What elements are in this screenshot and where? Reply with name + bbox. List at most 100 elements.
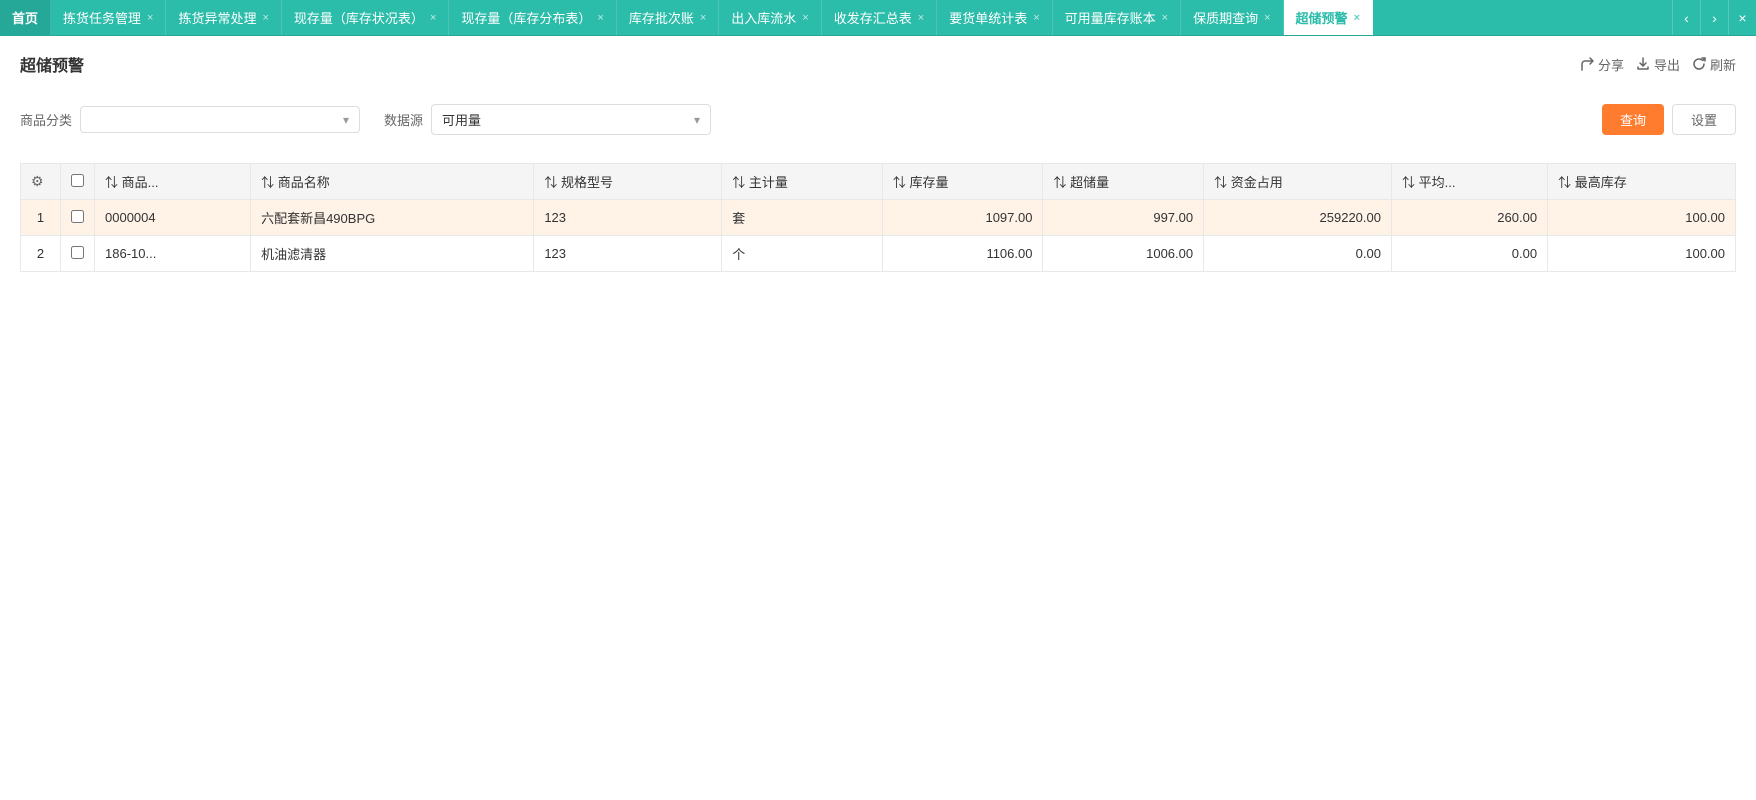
cell-unit: 个 [722, 236, 883, 272]
nav-quality-check-close[interactable]: × [1264, 12, 1270, 24]
th-checkbox [61, 164, 95, 200]
filter-actions: 查询 设置 [1602, 104, 1736, 135]
th-unit[interactable]: ⇅ 主计量 [722, 164, 883, 200]
export-label: 导出 [1654, 55, 1680, 74]
nav-arrow-close[interactable]: × [1728, 0, 1756, 36]
row-number: 1 [21, 200, 61, 236]
datasource-select[interactable]: 可用量 ▾ [431, 104, 711, 135]
datasource-label: 数据源 [384, 110, 423, 129]
page-title: 超储预警 [20, 52, 84, 76]
refresh-icon [1692, 57, 1706, 71]
nav-item-inv-dist[interactable]: 现存量（库存分布表） × [449, 0, 616, 36]
category-chevron-icon: ▾ [343, 113, 349, 127]
filter-category: 商品分类 ▾ [20, 106, 360, 133]
th-avg[interactable]: ⇅ 平均... [1391, 164, 1547, 200]
filter-datasource: 数据源 可用量 ▾ [384, 104, 711, 135]
category-select-value [91, 112, 95, 127]
row-checkbox-0[interactable] [71, 210, 84, 223]
nav-arrow-left[interactable]: ‹ [1672, 0, 1700, 36]
th-stock[interactable]: ⇅ 库存量 [882, 164, 1043, 200]
th-spec[interactable]: ⇅ 规格型号 [534, 164, 722, 200]
share-label: 分享 [1598, 55, 1624, 74]
table-row: 2 186-10... 机油滤清器 123 个 1106.00 1006.00 … [21, 236, 1736, 272]
nav-arrow-group: ‹ › × [1672, 0, 1756, 36]
share-icon [1580, 57, 1594, 71]
nav-item-quality-check[interactable]: 保质期查询 × [1181, 0, 1283, 36]
nav-available-ledger-close[interactable]: × [1162, 12, 1168, 24]
row-number: 2 [21, 236, 61, 272]
query-button[interactable]: 查询 [1602, 104, 1664, 135]
nav-item-inv-batch[interactable]: 库存批次账 × [617, 0, 719, 36]
nav-exception-close[interactable]: × [262, 12, 268, 24]
nav-inv-status-close[interactable]: × [430, 12, 436, 24]
th-gear[interactable]: ⚙ [21, 164, 61, 200]
header-actions: 分享 导出 刷新 [1580, 55, 1736, 74]
nav-in-out-flow-label: 出入库流水 [731, 8, 796, 27]
category-label: 商品分类 [20, 110, 72, 129]
cell-product-code: 0000004 [95, 200, 251, 236]
nav-quality-check-label: 保质期查询 [1193, 8, 1258, 27]
cell-capital: 0.00 [1204, 236, 1392, 272]
nav-item-available-ledger[interactable]: 可用量库存账本 × [1053, 0, 1181, 36]
cell-stock: 1097.00 [882, 200, 1043, 236]
cell-product-code: 186-10... [95, 236, 251, 272]
cell-overstock: 1006.00 [1043, 236, 1204, 272]
nav-receive-send-label: 收发存汇总表 [834, 8, 912, 27]
nav-order-stats-label: 要货单统计表 [949, 8, 1027, 27]
nav-order-stats-close[interactable]: × [1033, 12, 1039, 24]
nav-item-overstock-alert[interactable]: 超储预警 × [1284, 0, 1373, 36]
page-content: 超储预警 分享 导出 刷新 [0, 36, 1756, 800]
top-navigation: 首页 拣货任务管理 × 拣货异常处理 × 现存量（库存状况表） × 现存量（库存… [0, 0, 1756, 36]
nav-item-in-out-flow[interactable]: 出入库流水 × [719, 0, 821, 36]
data-table: ⚙ ⇅ 商品... ⇅ 商品名称 ⇅ 规格型号 ⇅ [20, 163, 1736, 272]
cell-max-stock: 100.00 [1548, 236, 1736, 272]
row-checkbox-cell [61, 200, 95, 236]
nav-inv-batch-label: 库存批次账 [629, 8, 694, 27]
cell-overstock: 997.00 [1043, 200, 1204, 236]
th-max-stock[interactable]: ⇅ 最高库存 [1548, 164, 1736, 200]
nav-overstock-alert-close[interactable]: × [1354, 12, 1360, 24]
export-button[interactable]: 导出 [1636, 55, 1680, 74]
nav-in-out-flow-close[interactable]: × [802, 12, 808, 24]
nav-item-inv-status[interactable]: 现存量（库存状况表） × [282, 0, 449, 36]
settings-button[interactable]: 设置 [1672, 104, 1736, 135]
th-product-code[interactable]: ⇅ 商品... [95, 164, 251, 200]
nav-item-task-mgmt[interactable]: 拣货任务管理 × [51, 0, 166, 36]
share-button[interactable]: 分享 [1580, 55, 1624, 74]
th-capital[interactable]: ⇅ 资金占用 [1204, 164, 1392, 200]
th-product-name[interactable]: ⇅ 商品名称 [251, 164, 534, 200]
nav-item-exception[interactable]: 拣货异常处理 × [166, 0, 281, 36]
nav-task-mgmt-label: 拣货任务管理 [63, 8, 141, 27]
nav-inv-batch-close[interactable]: × [700, 12, 706, 24]
nav-item-receive-send[interactable]: 收发存汇总表 × [822, 0, 937, 36]
nav-task-mgmt-close[interactable]: × [147, 12, 153, 24]
nav-arrow-right[interactable]: › [1700, 0, 1728, 36]
nav-inv-dist-close[interactable]: × [597, 12, 603, 24]
table-row: 1 0000004 六配套新昌490BPG 123 套 1097.00 997.… [21, 200, 1736, 236]
row-checkbox-cell [61, 236, 95, 272]
nav-item-order-stats[interactable]: 要货单统计表 × [937, 0, 1052, 36]
table-header-row: ⚙ ⇅ 商品... ⇅ 商品名称 ⇅ 规格型号 ⇅ [21, 164, 1736, 200]
datasource-chevron-icon: ▾ [694, 113, 700, 127]
cell-unit: 套 [722, 200, 883, 236]
refresh-label: 刷新 [1710, 55, 1736, 74]
nav-item-home[interactable]: 首页 [0, 0, 51, 36]
gear-icon[interactable]: ⚙ [31, 173, 44, 189]
cell-stock: 1106.00 [882, 236, 1043, 272]
nav-overstock-alert-label: 超储预警 [1296, 8, 1348, 27]
filter-bar: 商品分类 ▾ 数据源 可用量 ▾ 查询 设置 [20, 92, 1736, 147]
nav-receive-send-close[interactable]: × [918, 12, 924, 24]
nav-home-label: 首页 [12, 8, 38, 27]
th-overstock[interactable]: ⇅ 超储量 [1043, 164, 1204, 200]
category-select[interactable]: ▾ [80, 106, 360, 133]
refresh-button[interactable]: 刷新 [1692, 55, 1736, 74]
cell-avg: 260.00 [1391, 200, 1547, 236]
nav-inv-dist-label: 现存量（库存分布表） [461, 8, 591, 27]
cell-product-name: 机油滤清器 [251, 236, 534, 272]
select-all-checkbox[interactable] [71, 174, 84, 187]
cell-avg: 0.00 [1391, 236, 1547, 272]
cell-capital: 259220.00 [1204, 200, 1392, 236]
cell-spec: 123 [534, 236, 722, 272]
page-header: 超储预警 分享 导出 刷新 [20, 52, 1736, 76]
row-checkbox-1[interactable] [71, 246, 84, 259]
